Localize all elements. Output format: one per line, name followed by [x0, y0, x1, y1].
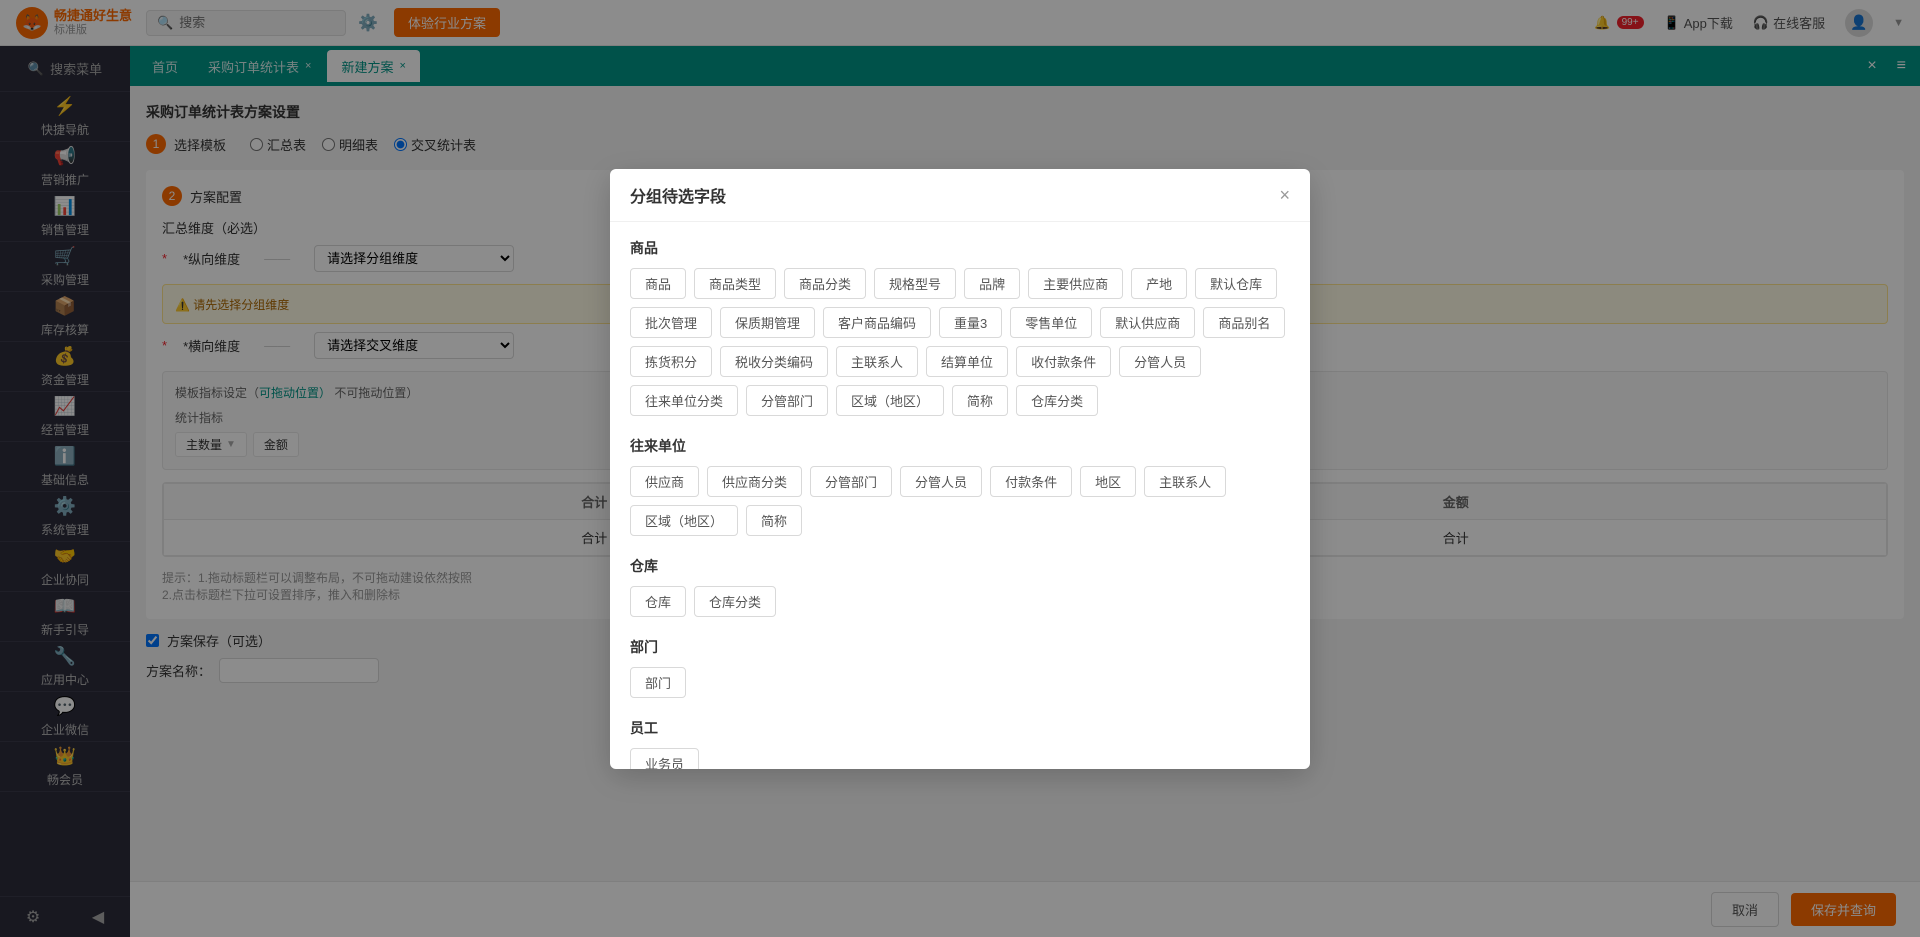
field-tag-0-3[interactable]: 规格型号	[874, 268, 956, 299]
field-tag-0-22[interactable]: 分管部门	[746, 385, 828, 416]
field-tag-0-15[interactable]: 拣货积分	[630, 346, 712, 377]
field-tag-0-20[interactable]: 分管人员	[1119, 346, 1201, 377]
field-tag-0-13[interactable]: 默认供应商	[1100, 307, 1195, 338]
modal-section-4: 员工业务员	[630, 718, 1290, 769]
modal-section-0: 商品商品商品类型商品分类规格型号品牌主要供应商产地默认仓库批次管理保质期管理客户…	[630, 238, 1290, 416]
field-tag-2-1[interactable]: 仓库分类	[694, 586, 776, 617]
field-tag-0-21[interactable]: 往来单位分类	[630, 385, 738, 416]
modal-close-icon[interactable]: ×	[1279, 186, 1290, 204]
modal-section-2: 仓库仓库仓库分类	[630, 556, 1290, 617]
modal-overlay[interactable]: 分组待选字段 × 商品商品商品类型商品分类规格型号品牌主要供应商产地默认仓库批次…	[0, 0, 1920, 937]
modal-title: 分组待选字段	[630, 183, 726, 207]
field-tag-0-18[interactable]: 结算单位	[926, 346, 1008, 377]
field-tag-1-1[interactable]: 供应商分类	[707, 466, 802, 497]
field-tag-0-1[interactable]: 商品类型	[694, 268, 776, 299]
field-tag-0-7[interactable]: 默认仓库	[1195, 268, 1277, 299]
field-tag-0-19[interactable]: 收付款条件	[1016, 346, 1111, 377]
field-tag-0-23[interactable]: 区域（地区）	[836, 385, 944, 416]
modal-section-title-1: 往来单位	[630, 436, 1290, 456]
field-tag-1-4[interactable]: 付款条件	[990, 466, 1072, 497]
field-tag-0-5[interactable]: 主要供应商	[1028, 268, 1123, 299]
modal-body: 商品商品商品类型商品分类规格型号品牌主要供应商产地默认仓库批次管理保质期管理客户…	[610, 222, 1310, 769]
field-tag-2-0[interactable]: 仓库	[630, 586, 686, 617]
field-tag-0-9[interactable]: 保质期管理	[720, 307, 815, 338]
field-tag-0-14[interactable]: 商品别名	[1203, 307, 1285, 338]
field-tag-0-11[interactable]: 重量3	[939, 307, 1002, 338]
modal-section-1: 往来单位供应商供应商分类分管部门分管人员付款条件地区主联系人区域（地区） 简称	[630, 436, 1290, 536]
field-tag-1-2[interactable]: 分管部门	[810, 466, 892, 497]
field-tag-1-0[interactable]: 供应商	[630, 466, 699, 497]
modal-section-title-4: 员工	[630, 718, 1290, 738]
field-grid-4: 业务员	[630, 748, 1290, 769]
field-grid-2: 仓库仓库分类	[630, 586, 1290, 617]
field-tag-0-16[interactable]: 税收分类编码	[720, 346, 828, 377]
modal-section-title-0: 商品	[630, 238, 1290, 258]
field-tag-0-12[interactable]: 零售单位	[1010, 307, 1092, 338]
field-tag-1-5[interactable]: 地区	[1080, 466, 1136, 497]
field-grid-1: 供应商供应商分类分管部门分管人员付款条件地区主联系人区域（地区） 简称	[630, 466, 1290, 536]
field-tag-1-3[interactable]: 分管人员	[900, 466, 982, 497]
field-grid-0: 商品商品类型商品分类规格型号品牌主要供应商产地默认仓库批次管理保质期管理客户商品…	[630, 268, 1290, 416]
modal-section-title-3: 部门	[630, 637, 1290, 657]
modal-dialog: 分组待选字段 × 商品商品商品类型商品分类规格型号品牌主要供应商产地默认仓库批次…	[610, 169, 1310, 769]
field-tag-0-2[interactable]: 商品分类	[784, 268, 866, 299]
field-tag-1-7[interactable]: 区域（地区）	[630, 505, 738, 536]
field-tag-0-8[interactable]: 批次管理	[630, 307, 712, 338]
field-tag-1-6[interactable]: 主联系人	[1144, 466, 1226, 497]
modal-section-title-2: 仓库	[630, 556, 1290, 576]
field-tag-0-4[interactable]: 品牌	[964, 268, 1020, 299]
field-tag-4-0[interactable]: 业务员	[630, 748, 699, 769]
field-tag-0-17[interactable]: 主联系人	[836, 346, 918, 377]
field-tag-1-8[interactable]: 简称	[746, 505, 802, 536]
field-tag-0-0[interactable]: 商品	[630, 268, 686, 299]
field-tag-0-10[interactable]: 客户商品编码	[823, 307, 931, 338]
modal-header: 分组待选字段 ×	[610, 169, 1310, 222]
field-tag-0-24[interactable]: 简称	[952, 385, 1008, 416]
field-tag-0-6[interactable]: 产地	[1131, 268, 1187, 299]
field-tag-3-0[interactable]: 部门	[630, 667, 686, 698]
field-tag-0-25[interactable]: 仓库分类	[1016, 385, 1098, 416]
modal-section-3: 部门部门	[630, 637, 1290, 698]
field-grid-3: 部门	[630, 667, 1290, 698]
